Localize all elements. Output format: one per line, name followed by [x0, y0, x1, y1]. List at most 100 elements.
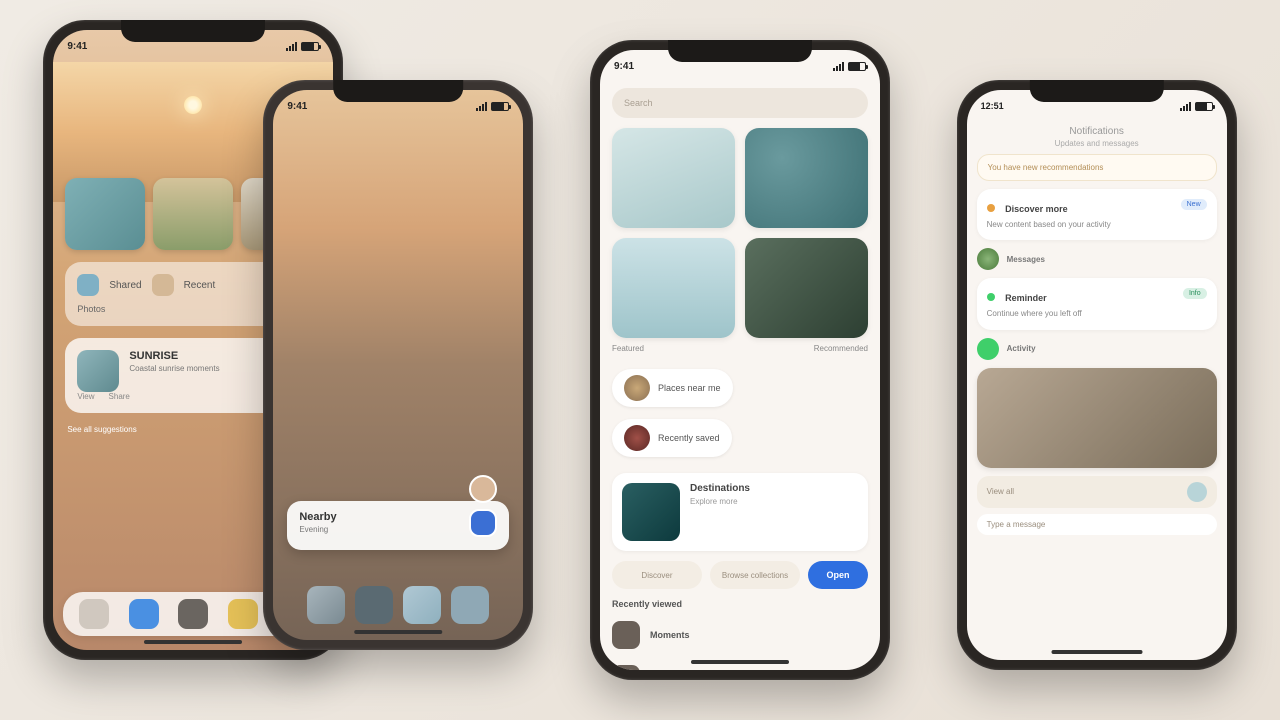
tab-3[interactable] — [178, 599, 208, 629]
notch — [121, 20, 265, 42]
chip-a-icon[interactable] — [77, 274, 99, 296]
notch — [668, 40, 812, 62]
battery-icon — [848, 62, 866, 71]
home-indicator[interactable] — [355, 630, 443, 634]
status-dot-icon — [977, 338, 999, 360]
msg-1-label: Messages — [1007, 255, 1045, 264]
leaf-icon — [977, 248, 999, 270]
wide-card-sub: Explore more — [690, 497, 858, 506]
send-icon[interactable] — [1187, 482, 1207, 502]
suggest-pill-1[interactable]: Places near me — [612, 369, 733, 407]
message-row-1[interactable]: Messages — [977, 248, 1217, 270]
footer-label: View all — [987, 487, 1014, 496]
battery-icon — [1195, 102, 1213, 111]
message-row-2[interactable]: Activity — [977, 338, 1217, 360]
tab-2[interactable] — [129, 599, 159, 629]
home-indicator[interactable] — [691, 660, 789, 664]
notif-2-title: Reminder — [1005, 293, 1047, 303]
list-row-1[interactable]: Moments — [600, 613, 880, 657]
screen-3: 12:51 Notifications Updates and messages… — [967, 90, 1227, 660]
pill-2-icon — [624, 425, 650, 451]
toggle-a-label[interactable]: Shared — [109, 280, 141, 291]
caption-left: Featured — [612, 344, 644, 353]
caption-right: Recommended — [814, 344, 868, 353]
action-row: Discover Browse collections Open — [612, 561, 868, 589]
battery-icon — [301, 42, 319, 51]
status-time: 9:41 — [287, 101, 307, 112]
dock-app-1[interactable] — [307, 586, 345, 624]
notch — [1029, 80, 1163, 102]
phone-2: 9:41 Search Featured Recommended — [590, 40, 890, 680]
notif-1-title: Discover more — [1005, 204, 1068, 214]
suggest-pill-2[interactable]: Recently saved — [612, 419, 732, 457]
row-label-left: Photos — [77, 304, 105, 314]
dock — [307, 586, 489, 624]
status-time: 12:51 — [981, 101, 1004, 111]
tile-4[interactable] — [745, 238, 868, 338]
screen-1b: 9:41 Nearby Evening — [273, 90, 523, 640]
notif-2-tag: Info — [1183, 288, 1207, 299]
notif-1-sub: New content based on your activity — [987, 220, 1207, 230]
tile-2[interactable] — [745, 128, 868, 228]
dock-app-3[interactable] — [403, 586, 441, 624]
thumb-1[interactable] — [65, 178, 145, 250]
tab-1[interactable] — [79, 599, 109, 629]
signal-icon — [833, 62, 844, 71]
phone-3: 12:51 Notifications Updates and messages… — [957, 80, 1237, 670]
floating-card[interactable]: Nearby Evening — [287, 501, 509, 550]
dock-app-2[interactable] — [355, 586, 393, 624]
dot-icon — [987, 293, 995, 301]
pill-1-icon — [624, 375, 650, 401]
toggle-b-label[interactable]: Recent — [184, 280, 216, 291]
avatar-stack — [469, 475, 497, 537]
chip-b-icon[interactable] — [152, 274, 174, 296]
notif-1-tag: New — [1181, 199, 1207, 210]
tile-1[interactable] — [612, 128, 735, 228]
image-card[interactable] — [977, 368, 1217, 468]
page-subtitle: Updates and messages — [967, 139, 1227, 148]
notification-1[interactable]: New Discover more New content based on y… — [977, 189, 1217, 240]
chip-browse[interactable]: Browse collections — [710, 561, 800, 589]
story-view-link[interactable]: View — [77, 392, 94, 401]
compose-input[interactable]: Type a message — [977, 514, 1217, 535]
home-indicator[interactable] — [1051, 650, 1142, 654]
pill-2-label: Recently saved — [658, 433, 720, 443]
avatar-app-icon[interactable] — [469, 509, 497, 537]
dock-app-4[interactable] — [451, 586, 489, 624]
footer-chip[interactable]: View all — [977, 476, 1217, 508]
tab-4[interactable] — [228, 599, 258, 629]
dot-icon — [987, 204, 995, 212]
phone-1b: 9:41 Nearby Evening — [263, 80, 533, 650]
tile-3[interactable] — [612, 238, 735, 338]
notification-2[interactable]: Info Reminder Continue where you left of… — [977, 278, 1217, 329]
status-time: 9:41 — [614, 61, 634, 72]
notif-2-sub: Continue where you left off — [987, 309, 1207, 319]
home-indicator[interactable] — [144, 640, 242, 644]
open-button[interactable]: Open — [808, 561, 868, 589]
pill-1-label: Places near me — [658, 383, 721, 393]
thumb-2[interactable] — [153, 178, 233, 250]
section-header: Recently viewed — [612, 599, 868, 609]
story-thumb — [77, 350, 119, 392]
signal-icon — [1180, 102, 1191, 111]
row-1-thumb — [612, 621, 640, 649]
avatar-1[interactable] — [469, 475, 497, 503]
status-time: 9:41 — [67, 41, 87, 52]
phone-group-left: 9:41 Shared — [43, 20, 523, 700]
msg-2-label: Activity — [1007, 344, 1036, 353]
signal-icon — [476, 102, 487, 111]
wide-card[interactable]: Destinations Explore more — [612, 473, 868, 551]
battery-icon — [491, 102, 509, 111]
screen-2: 9:41 Search Featured Recommended — [600, 50, 880, 670]
compose-placeholder: Type a message — [987, 520, 1046, 529]
sun-icon — [184, 96, 202, 114]
wide-card-thumb — [622, 483, 680, 541]
card-sub: Evening — [299, 525, 497, 534]
chip-discover[interactable]: Discover — [612, 561, 702, 589]
banner[interactable]: You have new recommendations — [977, 154, 1217, 181]
search-input[interactable]: Search — [612, 88, 868, 118]
notch — [334, 80, 464, 102]
row-1-label: Moments — [650, 630, 690, 640]
wide-card-title: Destinations — [690, 483, 858, 494]
story-share-link[interactable]: Share — [109, 392, 130, 401]
